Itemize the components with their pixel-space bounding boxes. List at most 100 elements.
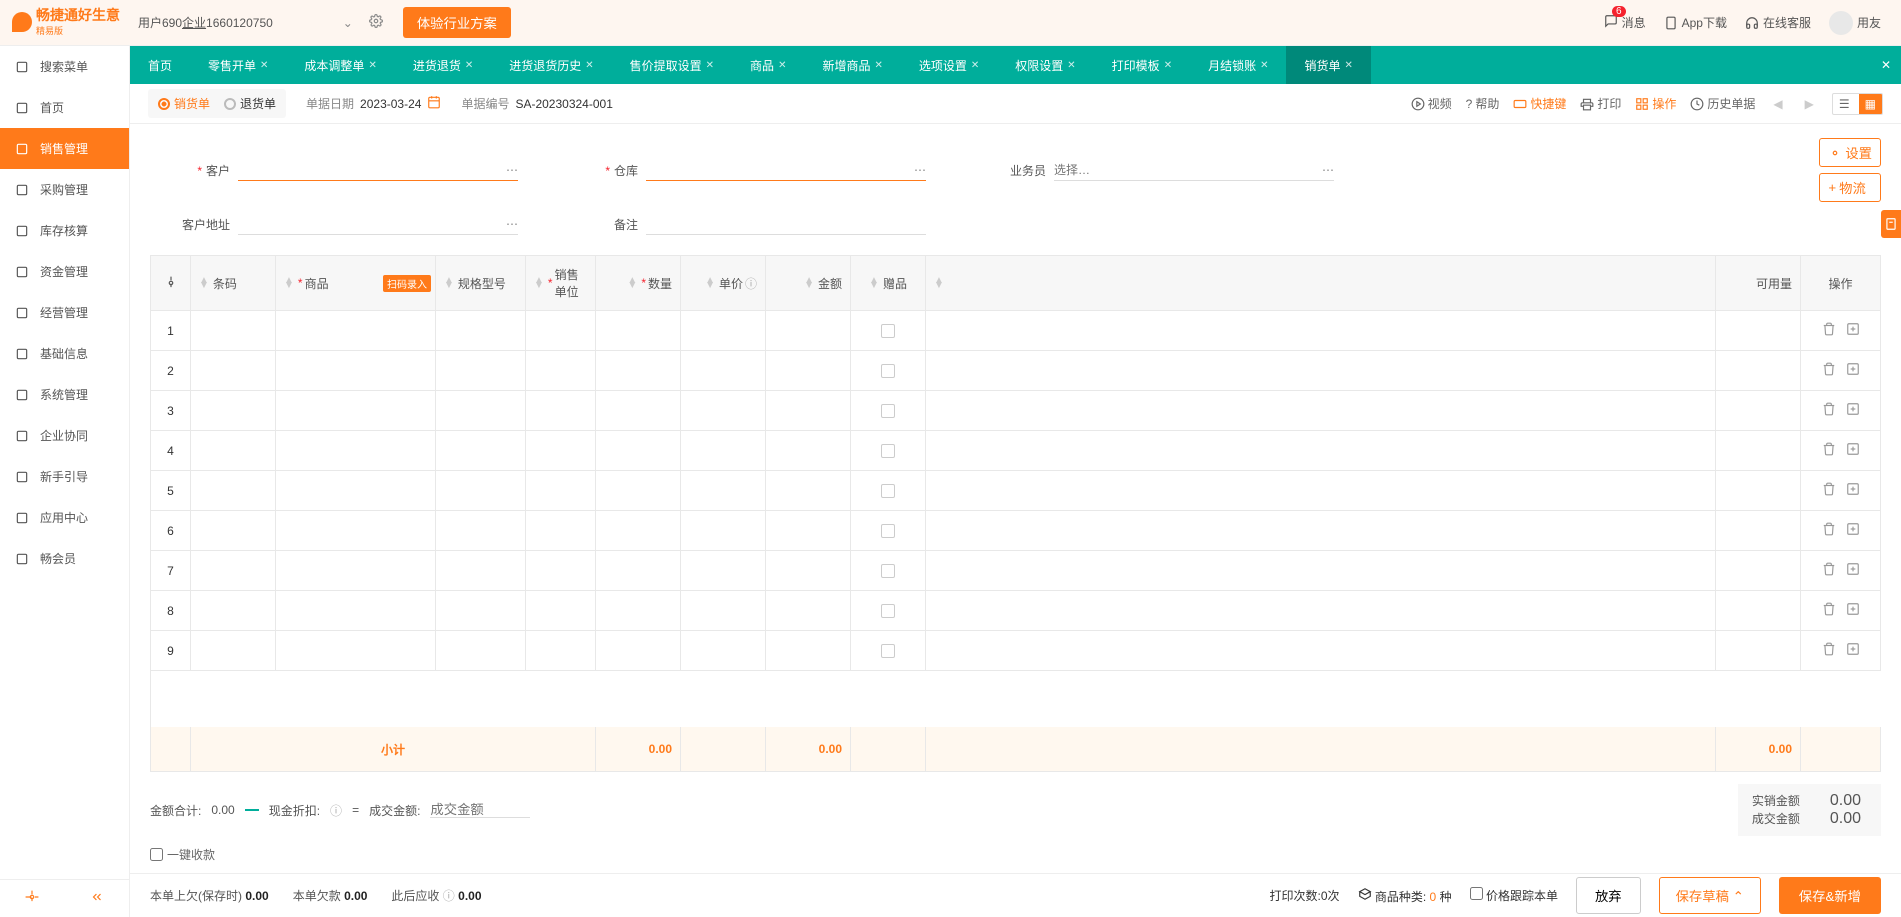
insert-row-button[interactable] bbox=[1846, 482, 1860, 499]
warehouse-input[interactable] bbox=[646, 163, 914, 177]
logistics-button[interactable]: +物流 bbox=[1819, 173, 1881, 202]
cell-spec[interactable] bbox=[436, 511, 526, 551]
tab-成本调整单[interactable]: 成本调整单✕ bbox=[286, 46, 394, 84]
close-icon[interactable]: ✕ bbox=[1345, 60, 1353, 71]
col-product[interactable]: ▲▼*商品扫码录入 bbox=[276, 256, 436, 311]
card-view-button[interactable]: ▦ bbox=[1859, 94, 1882, 114]
checkbox-icon[interactable] bbox=[881, 324, 895, 338]
sidebar-item-基础信息[interactable]: 基础信息 bbox=[0, 333, 129, 374]
cell-amount[interactable] bbox=[766, 471, 851, 511]
delete-row-button[interactable] bbox=[1822, 402, 1836, 419]
cell-barcode[interactable] bbox=[191, 311, 276, 351]
delete-row-button[interactable] bbox=[1822, 522, 1836, 539]
table-row[interactable]: 2 bbox=[151, 351, 1881, 391]
cell-product[interactable] bbox=[276, 391, 436, 431]
tab-销货单[interactable]: 销货单✕ bbox=[1286, 46, 1370, 84]
close-icon[interactable]: ✕ bbox=[465, 60, 473, 71]
cell-qty[interactable] bbox=[596, 511, 681, 551]
discard-button[interactable]: 放弃 bbox=[1576, 877, 1641, 914]
close-icon[interactable]: ✕ bbox=[874, 60, 882, 71]
delete-row-button[interactable] bbox=[1822, 442, 1836, 459]
more-icon[interactable]: ⋯ bbox=[506, 217, 518, 231]
tab-权限设置[interactable]: 权限设置✕ bbox=[997, 46, 1093, 84]
cell-amount[interactable] bbox=[766, 551, 851, 591]
cell-spec[interactable] bbox=[436, 551, 526, 591]
cell-barcode[interactable] bbox=[191, 431, 276, 471]
table-row[interactable]: 8 bbox=[151, 591, 1881, 631]
sidebar-item-销售管理[interactable]: 销售管理 bbox=[0, 128, 129, 169]
cell-product[interactable] bbox=[276, 311, 436, 351]
insert-row-button[interactable] bbox=[1846, 602, 1860, 619]
col-gift[interactable]: ▲▼赠品 bbox=[851, 256, 926, 311]
checkbox-icon[interactable] bbox=[881, 644, 895, 658]
info-icon[interactable]: ⓘ bbox=[330, 802, 342, 819]
checkbox-icon[interactable] bbox=[881, 404, 895, 418]
cell-barcode[interactable] bbox=[191, 631, 276, 671]
delete-row-button[interactable] bbox=[1822, 482, 1836, 499]
settings-icon[interactable] bbox=[369, 14, 383, 31]
cell-barcode[interactable] bbox=[191, 591, 276, 631]
one-click-collect[interactable]: 一键收款 bbox=[150, 846, 1881, 863]
close-icon[interactable]: ✕ bbox=[1067, 60, 1075, 71]
col-avail[interactable]: 可用量 bbox=[1716, 256, 1801, 311]
salesperson-input[interactable] bbox=[1054, 163, 1322, 177]
cell-barcode[interactable] bbox=[191, 471, 276, 511]
cell-qty[interactable] bbox=[596, 471, 681, 511]
close-icon[interactable]: ✕ bbox=[585, 60, 593, 71]
tab-进货退货历史[interactable]: 进货退货历史✕ bbox=[491, 46, 611, 84]
col-amount[interactable]: ▲▼金额 bbox=[766, 256, 851, 311]
cell-product[interactable] bbox=[276, 511, 436, 551]
settings-button[interactable]: 设置 bbox=[1819, 138, 1881, 167]
table-row[interactable]: 4 bbox=[151, 431, 1881, 471]
cell-spec[interactable] bbox=[436, 591, 526, 631]
cell-price[interactable] bbox=[681, 551, 766, 591]
cell-unit[interactable] bbox=[526, 591, 596, 631]
cell-spec[interactable] bbox=[436, 471, 526, 511]
brand-logo[interactable]: 畅捷通好生意 精易版 bbox=[0, 8, 130, 36]
next-doc-button[interactable]: ▶ bbox=[1801, 97, 1818, 111]
cell-barcode[interactable] bbox=[191, 511, 276, 551]
cell-unit[interactable] bbox=[526, 551, 596, 591]
tab-首页[interactable]: 首页 bbox=[130, 46, 190, 84]
sidebar-item-资金管理[interactable]: 资金管理 bbox=[0, 251, 129, 292]
table-row[interactable]: 3 bbox=[151, 391, 1881, 431]
list-view-button[interactable]: ☰ bbox=[1833, 94, 1856, 114]
cell-price[interactable] bbox=[681, 511, 766, 551]
industry-cta-button[interactable]: 体验行业方案 bbox=[403, 7, 511, 38]
cell-amount[interactable] bbox=[766, 591, 851, 631]
insert-row-button[interactable] bbox=[1846, 562, 1860, 579]
delete-row-button[interactable] bbox=[1822, 642, 1836, 659]
table-row[interactable]: 9 bbox=[151, 631, 1881, 671]
customer-input[interactable] bbox=[238, 163, 506, 177]
print-link[interactable]: 打印 bbox=[1580, 95, 1621, 112]
cell-unit[interactable] bbox=[526, 471, 596, 511]
cell-unit[interactable] bbox=[526, 311, 596, 351]
cell-product[interactable] bbox=[276, 631, 436, 671]
sidebar-item-应用中心[interactable]: 应用中心 bbox=[0, 497, 129, 538]
calendar-icon[interactable] bbox=[427, 95, 441, 112]
insert-row-button[interactable] bbox=[1846, 642, 1860, 659]
scan-badge[interactable]: 扫码录入 bbox=[383, 275, 431, 292]
cell-qty[interactable] bbox=[596, 311, 681, 351]
sidebar-item-首页[interactable]: 首页 bbox=[0, 87, 129, 128]
cell-product[interactable] bbox=[276, 431, 436, 471]
tab-进货退货[interactable]: 进货退货✕ bbox=[395, 46, 491, 84]
cell-gift[interactable] bbox=[851, 391, 926, 431]
doc-date-value[interactable]: 2023-03-24 bbox=[360, 97, 421, 111]
cell-unit[interactable] bbox=[526, 511, 596, 551]
remark-input[interactable] bbox=[646, 217, 926, 231]
insert-row-button[interactable] bbox=[1846, 362, 1860, 379]
close-icon[interactable]: ✕ bbox=[1260, 60, 1268, 71]
sidebar-item-库存核算[interactable]: 库存核算 bbox=[0, 210, 129, 251]
cell-qty[interactable] bbox=[596, 351, 681, 391]
sidebar-item-畅会员[interactable]: 畅会员 bbox=[0, 538, 129, 579]
info-icon[interactable]: ⓘ bbox=[443, 889, 455, 903]
cell-amount[interactable] bbox=[766, 311, 851, 351]
cell-spec[interactable] bbox=[436, 311, 526, 351]
operations-link[interactable]: 操作 bbox=[1635, 95, 1676, 112]
delete-row-button[interactable] bbox=[1822, 562, 1836, 579]
tab-商品[interactable]: 商品✕ bbox=[732, 46, 804, 84]
help-link[interactable]: ?帮助 bbox=[1466, 95, 1500, 112]
col-barcode[interactable]: ▲▼条码 bbox=[191, 256, 276, 311]
col-price[interactable]: ▲▼单价 ⓘ bbox=[681, 256, 766, 311]
